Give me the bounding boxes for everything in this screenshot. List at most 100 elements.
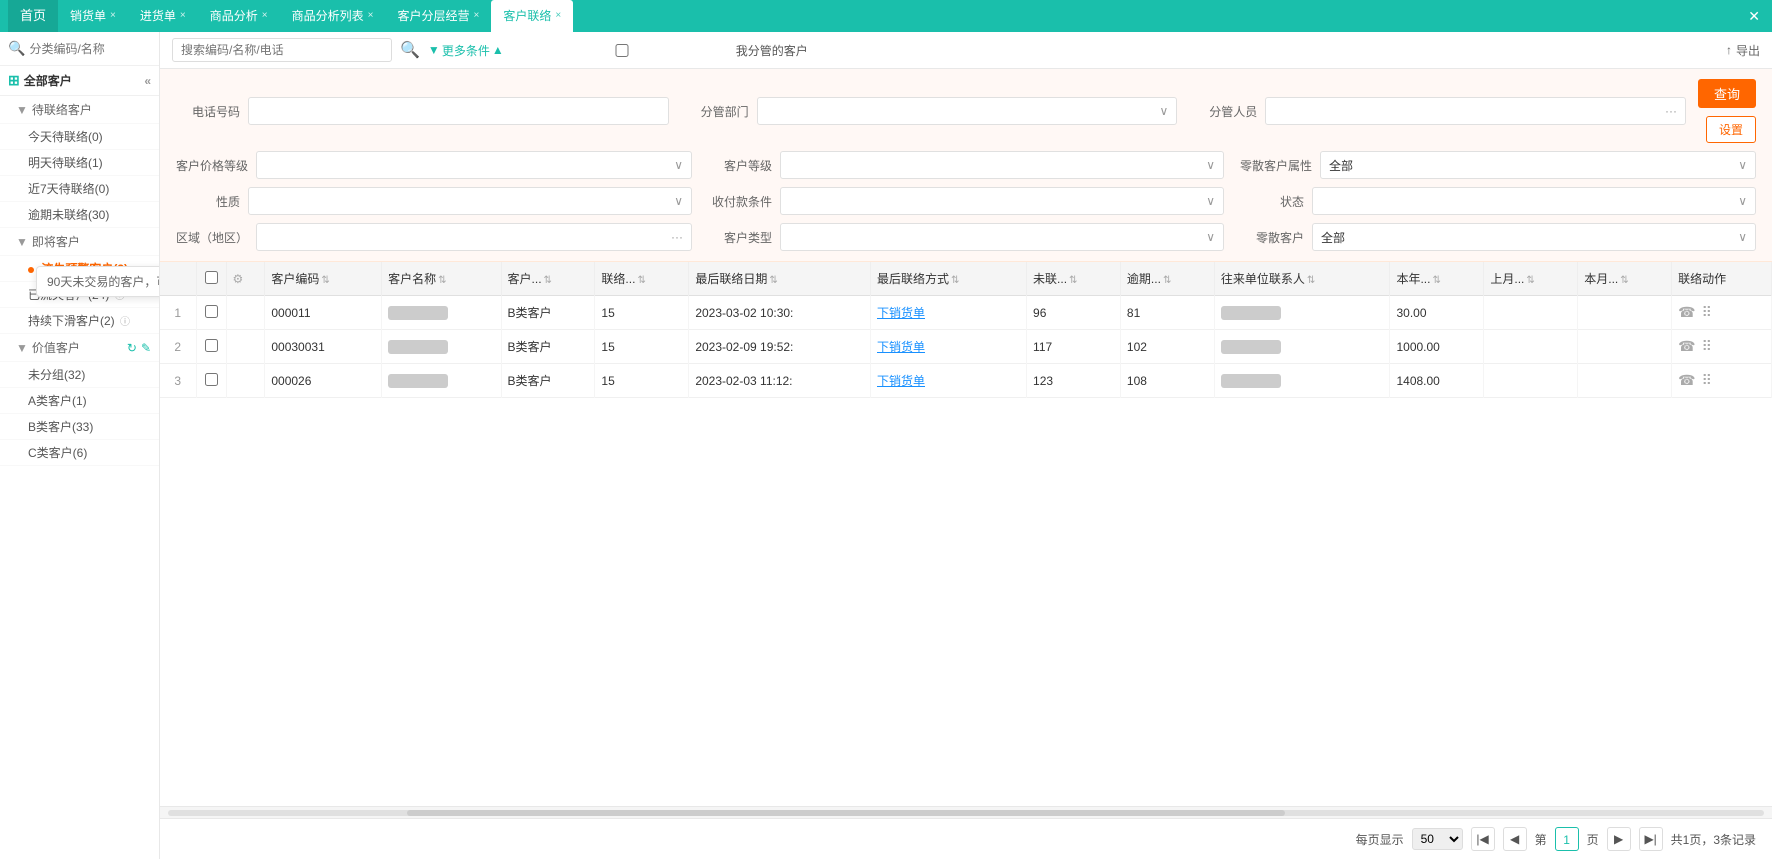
all-customers-header[interactable]: ⊞ 全部客户 « bbox=[0, 66, 159, 96]
sidebar-item-declining[interactable]: 持续下滑客户(2) ⓘ bbox=[0, 308, 159, 334]
action-contact-icon[interactable]: ☎ bbox=[1678, 372, 1695, 389]
sidebar-item-overdue[interactable]: 逾期未联络(30) bbox=[0, 202, 159, 228]
status-select[interactable]: ∨ bbox=[1312, 187, 1756, 215]
payment-select[interactable]: ∨ bbox=[780, 187, 1224, 215]
my-customers-checkbox-label[interactable]: 我分管的客户 bbox=[512, 42, 808, 59]
close-analysis-icon[interactable]: × bbox=[262, 0, 268, 32]
sidebar-item-unclassified[interactable]: 未分组(32) bbox=[0, 362, 159, 388]
nav-purchase[interactable]: 进货单 × bbox=[128, 0, 198, 32]
action-more-icon[interactable]: ⠿ bbox=[1702, 338, 1712, 355]
sidebar-item-class-b[interactable]: B类客户(33) bbox=[0, 414, 159, 440]
scrollbar-thumb bbox=[407, 810, 1285, 816]
cell-uncontacted: 123 bbox=[1027, 364, 1121, 398]
gender-select[interactable]: ∨ bbox=[248, 187, 692, 215]
sort-name-icon[interactable]: ⇅ bbox=[438, 275, 446, 286]
customer-table: ⚙ 客户编码⇅ 客户名称⇅ 客户...⇅ 联络...⇅ bbox=[160, 262, 1772, 398]
customer-type-select[interactable]: ∨ bbox=[780, 223, 1224, 251]
cell-checkbox[interactable] bbox=[196, 330, 226, 364]
cell-checkbox[interactable] bbox=[196, 296, 226, 330]
row-checkbox[interactable] bbox=[205, 339, 218, 352]
nav-customer-contact[interactable]: 客户联络 × bbox=[491, 0, 573, 32]
next-page-button[interactable]: ▶ bbox=[1607, 827, 1631, 851]
last-method-link[interactable]: 下销货单 bbox=[877, 374, 925, 388]
nav-analysis-list[interactable]: 商品分析列表 × bbox=[280, 0, 386, 32]
retail-customer-label: 零散客户 bbox=[1240, 229, 1312, 246]
sort-contact-icon[interactable]: ⇅ bbox=[637, 275, 645, 286]
row-checkbox[interactable] bbox=[205, 373, 218, 386]
sidebar-group-value[interactable]: ▼ 价值客户 ↻ ✎ bbox=[0, 334, 159, 362]
cell-last-date: 2023-02-09 19:52: bbox=[689, 330, 871, 364]
settings-button[interactable]: 设置 bbox=[1706, 116, 1756, 143]
sort-year-icon[interactable]: ⇅ bbox=[1432, 275, 1440, 286]
filter-customer-price: 客户价格等级 ∨ bbox=[176, 151, 692, 179]
per-page-select[interactable]: 50 20 100 bbox=[1412, 828, 1463, 850]
sort-lmonth-icon[interactable]: ⇅ bbox=[1526, 275, 1534, 286]
sidebar-item-today[interactable]: 今天待联络(0) bbox=[0, 124, 159, 150]
action-contact-icon[interactable]: ☎ bbox=[1678, 338, 1695, 355]
horizontal-scrollbar[interactable] bbox=[160, 806, 1772, 818]
sidebar-search-input[interactable] bbox=[29, 42, 160, 56]
action-more-icon[interactable]: ⠿ bbox=[1702, 304, 1712, 321]
sidebar-item-7days[interactable]: 近7天待联络(0) bbox=[0, 176, 159, 202]
search-button[interactable]: 🔍 bbox=[400, 40, 420, 60]
sidebar-search-bar: 🔍 bbox=[0, 32, 159, 66]
nav-customer-tier[interactable]: 客户分层经营 × bbox=[385, 0, 491, 32]
sort-type-icon[interactable]: ⇅ bbox=[544, 275, 552, 286]
query-button[interactable]: 查询 bbox=[1698, 79, 1756, 108]
content-area: 🔍 ▼ 更多条件 ▲ 我分管的客户 ↑ 导出 电话号码 bbox=[160, 32, 1772, 859]
phone-input[interactable] bbox=[248, 97, 669, 125]
cell-checkbox[interactable] bbox=[196, 364, 226, 398]
sort-month-icon[interactable]: ⇅ bbox=[1620, 275, 1628, 286]
customer-level-select[interactable]: ∨ bbox=[780, 151, 1224, 179]
retail-attr-select[interactable]: 全部 ∨ bbox=[1320, 151, 1756, 179]
sort-unit-icon[interactable]: ⇅ bbox=[1307, 275, 1315, 286]
last-page-button[interactable]: ▶| bbox=[1639, 827, 1663, 851]
more-conditions-button[interactable]: ▼ 更多条件 ▲ bbox=[428, 42, 504, 59]
close-sales-icon[interactable]: × bbox=[110, 0, 116, 32]
col-code: 客户编码⇅ bbox=[265, 262, 382, 296]
prev-page-button[interactable]: ◀ bbox=[1503, 827, 1527, 851]
sort-code-icon[interactable]: ⇅ bbox=[321, 275, 329, 286]
refresh-icon[interactable]: ↻ bbox=[127, 341, 137, 355]
search-input[interactable] bbox=[172, 38, 392, 62]
sort-overdue-icon[interactable]: ⇅ bbox=[1163, 275, 1171, 286]
sort-date-icon[interactable]: ⇅ bbox=[769, 275, 777, 286]
last-method-link[interactable]: 下销货单 bbox=[877, 340, 925, 354]
close-analysis-list-icon[interactable]: × bbox=[368, 0, 374, 32]
close-customer-contact-icon[interactable]: × bbox=[555, 0, 561, 32]
cell-contact: 15 bbox=[595, 296, 689, 330]
sidebar-item-tomorrow[interactable]: 明天待联络(1) bbox=[0, 150, 159, 176]
collapse-icon[interactable]: « bbox=[144, 74, 151, 88]
sidebar-group-lost[interactable]: ▼ 即将客户 bbox=[0, 228, 159, 256]
dept-select[interactable]: ∨ bbox=[757, 97, 1178, 125]
first-page-button[interactable]: |◀ bbox=[1471, 827, 1495, 851]
sidebar-item-class-c[interactable]: C类客户(6) bbox=[0, 440, 159, 466]
sort-uncontacted-icon[interactable]: ⇅ bbox=[1069, 275, 1077, 286]
nav-home[interactable]: 首页 bbox=[8, 0, 58, 32]
row-checkbox[interactable] bbox=[205, 305, 218, 318]
close-purchase-icon[interactable]: × bbox=[180, 0, 186, 32]
close-customer-tier-icon[interactable]: × bbox=[473, 0, 479, 32]
region-select[interactable]: ··· bbox=[256, 223, 692, 251]
my-customers-checkbox[interactable] bbox=[512, 44, 732, 57]
cell-contact: 15 bbox=[595, 330, 689, 364]
action-icons: ☎ ⠿ bbox=[1678, 372, 1765, 389]
nav-analysis[interactable]: 商品分析 × bbox=[198, 0, 280, 32]
customer-type-label: 客户类型 bbox=[708, 229, 780, 246]
action-more-icon[interactable]: ⠿ bbox=[1702, 372, 1712, 389]
chevron-payment-icon: ∨ bbox=[1206, 194, 1215, 208]
last-method-link[interactable]: 下销货单 bbox=[877, 306, 925, 320]
edit-icon[interactable]: ✎ bbox=[141, 341, 151, 355]
select-all-checkbox[interactable] bbox=[205, 271, 218, 284]
close-all-tabs[interactable]: ✕ bbox=[1748, 8, 1760, 25]
nav-sales[interactable]: 销货单 × bbox=[58, 0, 128, 32]
settings-gear-icon[interactable]: ⚙ bbox=[233, 272, 244, 286]
sidebar-item-class-a[interactable]: A类客户(1) bbox=[0, 388, 159, 414]
retail-customer-select[interactable]: 全部 ∨ bbox=[1312, 223, 1756, 251]
sort-method-icon[interactable]: ⇅ bbox=[951, 275, 959, 286]
export-button[interactable]: ↑ 导出 bbox=[1726, 42, 1760, 59]
sidebar-group-pending-contact[interactable]: ▼ 待联络客户 bbox=[0, 96, 159, 124]
customer-price-select[interactable]: ∨ bbox=[256, 151, 692, 179]
person-select[interactable]: ··· bbox=[1265, 97, 1686, 125]
action-contact-icon[interactable]: ☎ bbox=[1678, 304, 1695, 321]
